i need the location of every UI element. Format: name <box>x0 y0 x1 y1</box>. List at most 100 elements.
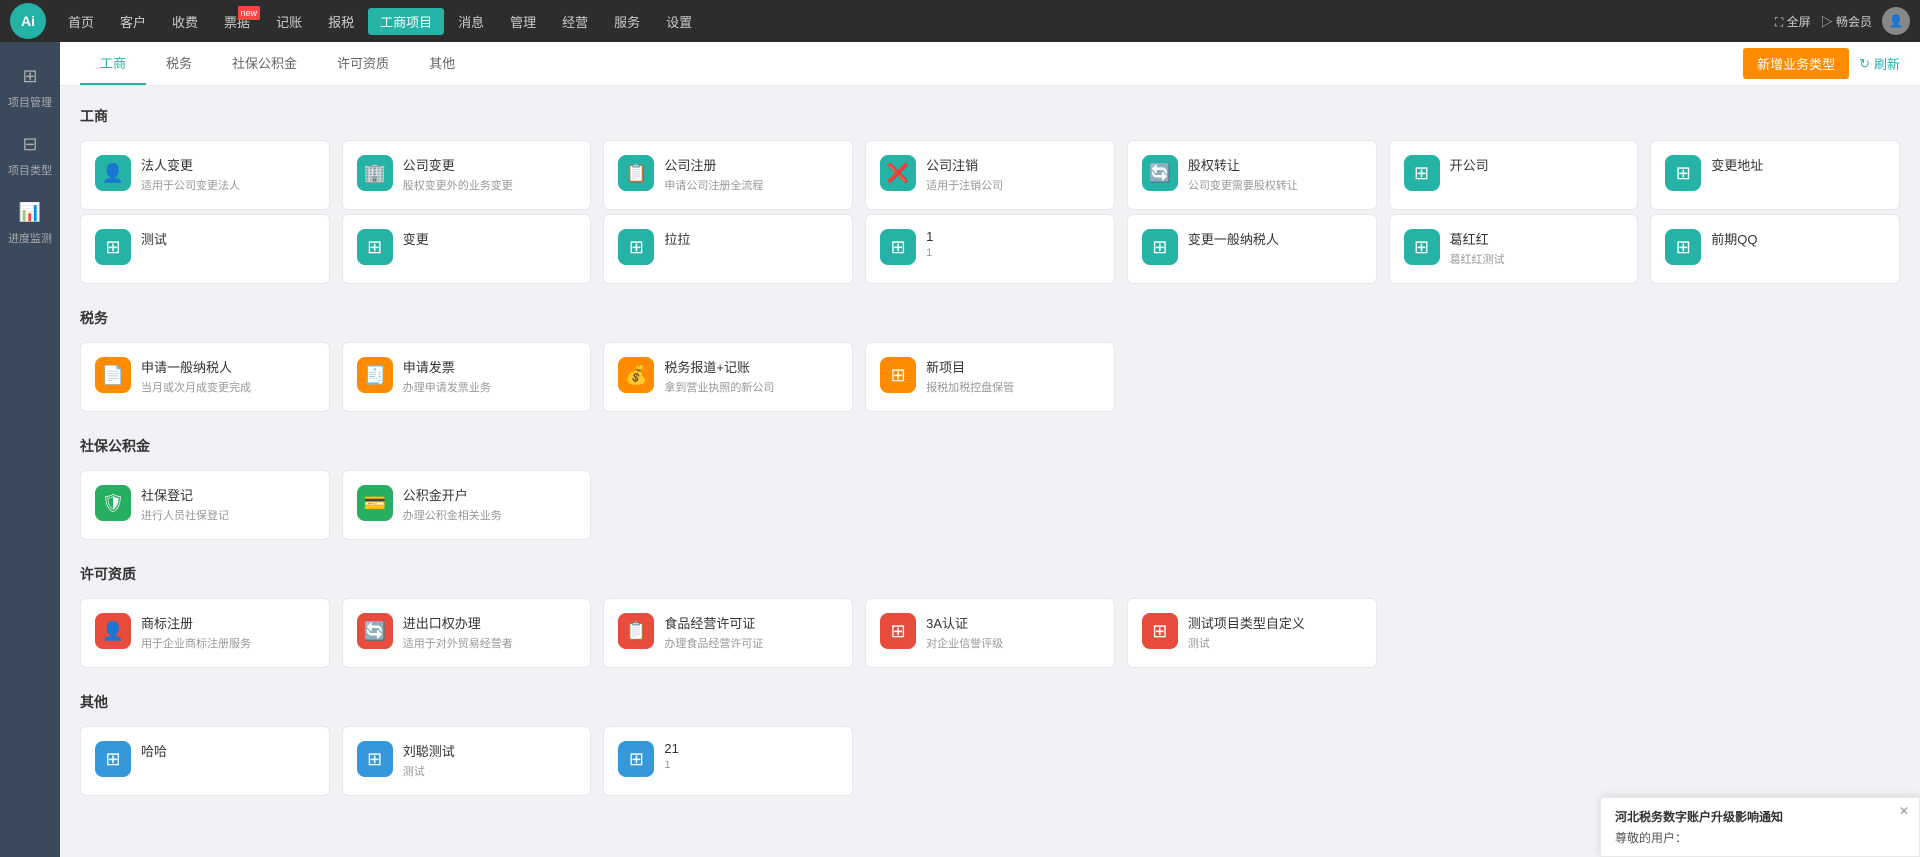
nav-fees[interactable]: 收费 <box>160 8 210 35</box>
nav-service[interactable]: 服务 <box>602 8 652 35</box>
card-shebao-dengji[interactable]: 🛡 社保登记 进行人员社保登记 <box>80 470 330 540</box>
ceshi-type-icon: ⊞ <box>1142 613 1178 649</box>
card-title: 食品经营许可证 <box>664 613 838 632</box>
card-shangbiao[interactable]: 👤 商标注册 用于企业商标注册服务 <box>80 598 330 668</box>
fullscreen-button[interactable]: ⛶ 全屏 <box>1775 13 1811 30</box>
card-desc: 当月或次月成变更完成 <box>141 379 315 395</box>
right-actions: ⛶ 全屏 ▷ 畅会员 👤 <box>1775 7 1910 35</box>
nav-business[interactable]: 工商项目 <box>368 8 444 35</box>
card-desc: 对企业信誉评级 <box>926 635 1100 651</box>
card-ceshi-type[interactable]: ⊞ 测试项目类型自定义 测试 <box>1127 598 1377 668</box>
nav-customer[interactable]: 客户 <box>108 8 158 35</box>
card-3a[interactable]: ⊞ 3A认证 对企业信誉评级 <box>865 598 1115 668</box>
card-title: 拉拉 <box>664 229 838 248</box>
nav-bookkeeping[interactable]: 记账 <box>264 8 314 35</box>
card-desc: 适用于注销公司 <box>926 177 1100 193</box>
card-guquan-zhuanrang[interactable]: 🔄 股权转让 公司变更需要股权转让 <box>1127 140 1377 210</box>
guquan-icon: 🔄 <box>1142 155 1178 191</box>
nav-home[interactable]: 首页 <box>56 8 106 35</box>
biangeng-icon: ⊞ <box>357 229 393 265</box>
nav-tax[interactable]: 报税 <box>316 8 366 35</box>
nav-operations[interactable]: 经营 <box>550 8 600 35</box>
card-desc: 股权变更外的业务变更 <box>403 177 577 193</box>
nav-settings[interactable]: 设置 <box>654 8 704 35</box>
tabs: 工商 税务 社保公积金 许可资质 其他 <box>80 42 475 85</box>
sidebar-item-project-type[interactable]: ⊟ 项目类型 <box>0 120 60 188</box>
baodao-icon: 💰 <box>618 357 654 393</box>
app-logo: Ai <box>10 3 46 39</box>
card-title: 变更一般纳税人 <box>1188 229 1362 248</box>
card-kai-gongsi[interactable]: ⊞ 开公司 <box>1389 140 1639 210</box>
card-shenqing-yibanna[interactable]: 📄 申请一般纳税人 当月或次月成变更完成 <box>80 342 330 412</box>
card-shuiwu-baodao[interactable]: 💰 税务报道+记账 拿到营业执照的新公司 <box>603 342 853 412</box>
3a-icon: ⊞ <box>880 613 916 649</box>
card-biangeng-dizhi[interactable]: ⊞ 变更地址 <box>1650 140 1900 210</box>
card-lala[interactable]: ⊞ 拉拉 <box>603 214 853 284</box>
card-jinchukou[interactable]: 🔄 进出口权办理 适用于对外贸易经营者 <box>342 598 592 668</box>
progress-icon: 📊 <box>16 198 44 226</box>
haha-icon: ⊞ <box>95 741 131 777</box>
card-gehonghong[interactable]: ⊞ 葛红红 葛红红测试 <box>1389 214 1639 284</box>
tab-actions: 新增业务类型 ↻ 刷新 <box>1743 48 1900 79</box>
tab-shebao[interactable]: 社保公积金 <box>212 42 317 85</box>
card-title: 公积金开户 <box>403 485 577 504</box>
section-title-gongshang: 工商 <box>80 106 1900 126</box>
card-21[interactable]: ⊞ 21 1 <box>603 726 853 796</box>
section-xuke: 许可资质 👤 商标注册 用于企业商标注册服务 🔄 进出口权办理 适用于对外贸易经… <box>80 564 1900 668</box>
card-1[interactable]: ⊞ 1 1 <box>865 214 1115 284</box>
card-title: 刘聪测试 <box>403 741 577 760</box>
notification-close[interactable]: ✕ <box>1899 804 1909 818</box>
project-manage-icon: ⊞ <box>16 62 44 90</box>
card-title: 测试项目类型自定义 <box>1188 613 1362 632</box>
card-liucong-ceshi[interactable]: ⊞ 刘聪测试 测试 <box>342 726 592 796</box>
card-gongsi-biangeng[interactable]: 🏢 公司变更 股权变更外的业务变更 <box>342 140 592 210</box>
tab-xuke[interactable]: 许可资质 <box>317 42 409 85</box>
nav-messages[interactable]: 消息 <box>446 8 496 35</box>
card-desc: 报税加税控盘保管 <box>926 379 1100 395</box>
notification-content: 尊敬的用户： <box>1615 829 1905 846</box>
card-shipin-xuke[interactable]: 📋 食品经营许可证 办理食品经营许可证 <box>603 598 853 668</box>
card-ceshi[interactable]: ⊞ 测试 <box>80 214 330 284</box>
nav-tickets[interactable]: 票据 new <box>212 8 262 35</box>
card-title: 葛红红 <box>1450 229 1624 248</box>
gongshang-row2: ⊞ 测试 ⊞ 变更 ⊞ 拉拉 <box>80 214 1900 284</box>
card-title: 哈哈 <box>141 741 315 760</box>
tab-gongshang[interactable]: 工商 <box>80 42 146 85</box>
card-title: 申请一般纳税人 <box>141 357 315 376</box>
card-biangeng[interactable]: ⊞ 变更 <box>342 214 592 284</box>
card-shenqing-fapiao[interactable]: 🧾 申请发票 办理申请发票业务 <box>342 342 592 412</box>
gongshang-row1: 👤 法人变更 适用于公司变更法人 🏢 公司变更 股权变更外的业务变更 📋 <box>80 140 1900 210</box>
gongsi-biangeng-icon: 🏢 <box>357 155 393 191</box>
card-title: 1 <box>926 229 1100 244</box>
card-title: 公司注销 <box>926 155 1100 174</box>
card-haha[interactable]: ⊞ 哈哈 <box>80 726 330 796</box>
card-desc: 进行人员社保登记 <box>141 507 315 523</box>
card-biangeng-yibanna[interactable]: ⊞ 变更一般纳税人 <box>1127 214 1377 284</box>
nav-menu: 首页 客户 收费 票据 new 记账 报税 工商项目 消息 管理 经营 服务 设… <box>56 8 1775 35</box>
xinxiangmu-icon: ⊞ <box>880 357 916 393</box>
card-xinxiangmu[interactable]: ⊞ 新项目 报税加税控盘保管 <box>865 342 1115 412</box>
new-business-type-button[interactable]: 新增业务类型 <box>1743 48 1849 79</box>
refresh-button[interactable]: ↻ 刷新 <box>1859 54 1900 73</box>
card-qianqiqq[interactable]: ⊞ 前期QQ <box>1650 214 1900 284</box>
card-gongjijin-kaihu[interactable]: 💳 公积金开户 办理公积金相关业务 <box>342 470 592 540</box>
xuke-cards: 👤 商标注册 用于企业商标注册服务 🔄 进出口权办理 适用于对外贸易经营者 📋 <box>80 598 1900 668</box>
faren-icon: 👤 <box>95 155 131 191</box>
card-title: 税务报道+记账 <box>664 357 838 376</box>
ceshi-icon: ⊞ <box>95 229 131 265</box>
vip-button[interactable]: ▷ 畅会员 <box>1821 13 1872 30</box>
card-faren-biangeng[interactable]: 👤 法人变更 适用于公司变更法人 <box>80 140 330 210</box>
card-gongsi-zhuxiao[interactable]: ❌ 公司注销 适用于注销公司 <box>865 140 1115 210</box>
card-desc: 拿到营业执照的新公司 <box>664 379 838 395</box>
nav-manage[interactable]: 管理 <box>498 8 548 35</box>
tab-qita[interactable]: 其他 <box>409 42 475 85</box>
sidebar-item-project-manage[interactable]: ⊞ 项目管理 <box>0 52 60 120</box>
card-title: 开公司 <box>1450 155 1624 174</box>
sidebar-item-progress[interactable]: 📊 进度监测 <box>0 188 60 256</box>
sidebar: ⊞ 项目管理 ⊟ 项目类型 📊 进度监测 <box>0 42 60 857</box>
content-area: 工商 👤 法人变更 适用于公司变更法人 🏢 公司变更 股权变更外的业务变更 <box>60 86 1920 840</box>
tab-shuiwu[interactable]: 税务 <box>146 42 212 85</box>
card-title: 前期QQ <box>1711 229 1885 248</box>
avatar[interactable]: 👤 <box>1882 7 1910 35</box>
card-gongsi-zhuce[interactable]: 📋 公司注册 申请公司注册全流程 <box>603 140 853 210</box>
